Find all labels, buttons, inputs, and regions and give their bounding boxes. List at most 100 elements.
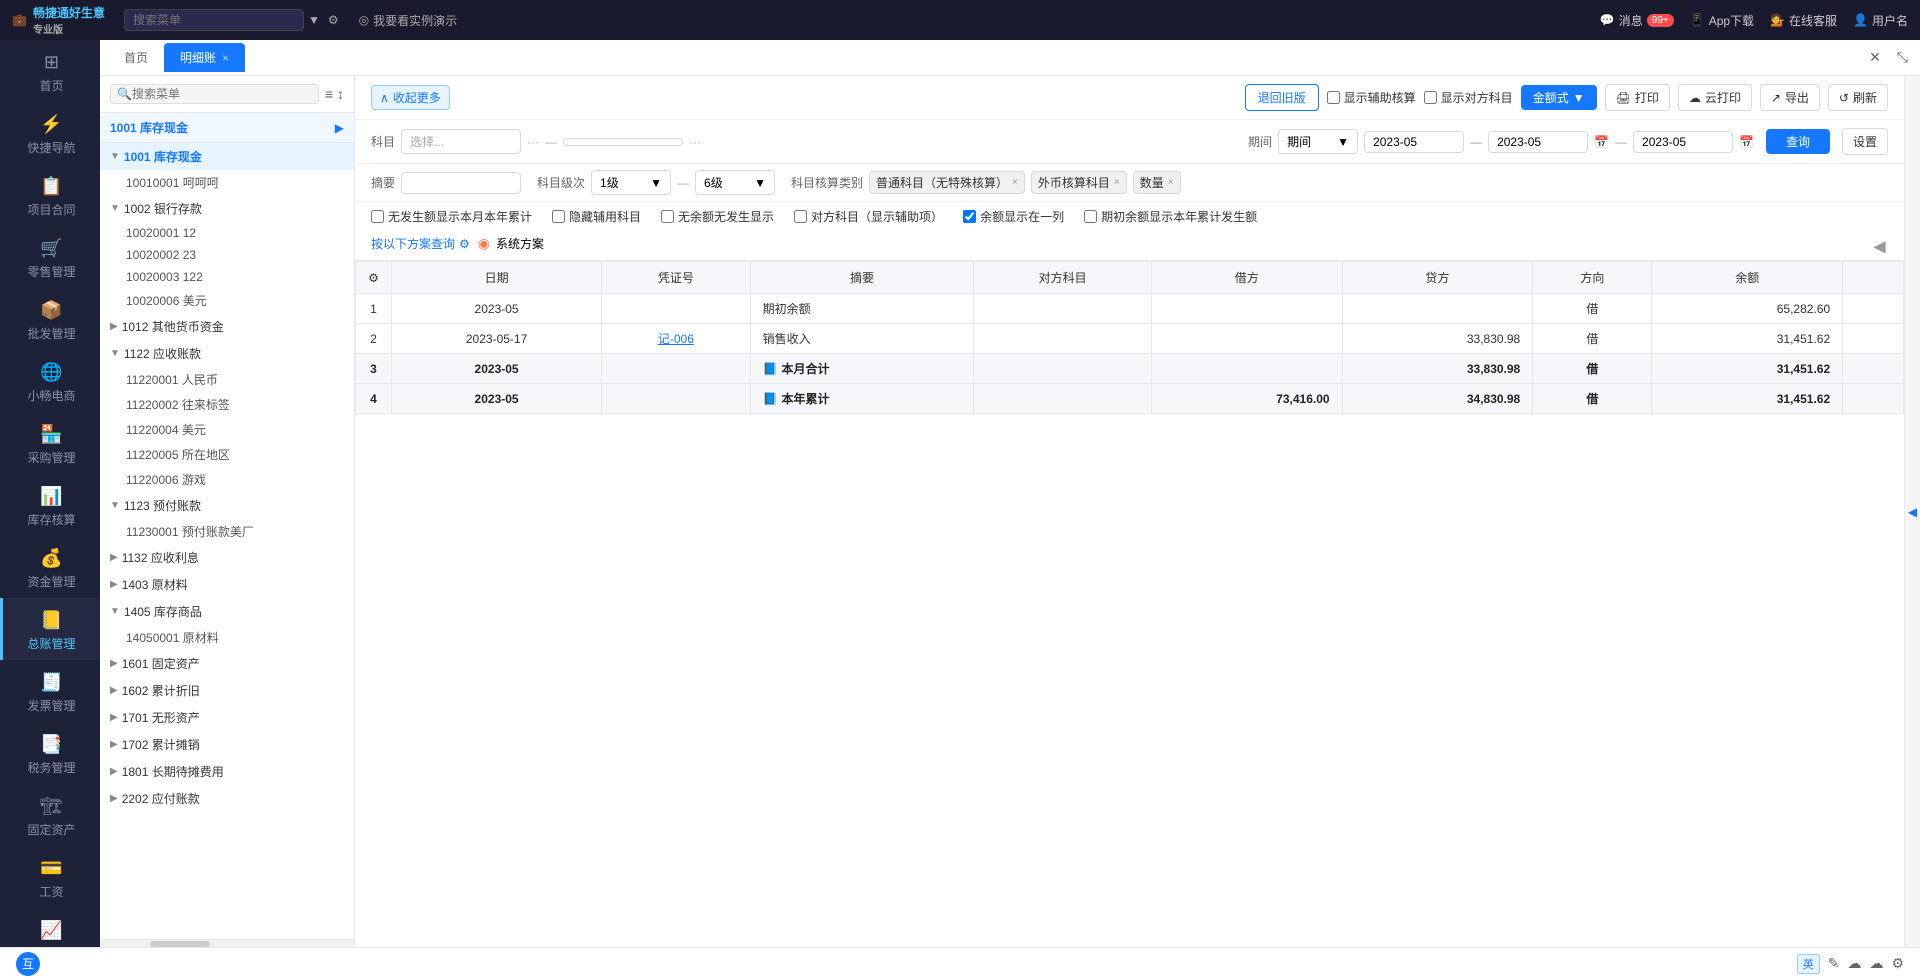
account-search-input[interactable] — [132, 87, 312, 101]
amount-format-btn[interactable]: 金额式 ▼ — [1521, 85, 1597, 110]
app-download-btn[interactable]: 📱 App下载 — [1690, 12, 1754, 29]
sidebar-item-tax[interactable]: 📑 税务管理 — [0, 722, 100, 784]
tree-item-1702[interactable]: ▶ 1702 累计摊销 — [100, 731, 354, 758]
lang-en-btn[interactable]: 英 — [1797, 954, 1820, 974]
tree-item-1122[interactable]: ▼ 1122 应收账款 — [100, 340, 354, 367]
search-dropdown-icon[interactable]: ▼ — [308, 13, 320, 27]
tree-item-11220006[interactable]: 11220006 游戏 — [100, 467, 354, 492]
account-search-box[interactable]: 🔍 — [110, 84, 319, 104]
message-btn[interactable]: 💬 消息 99+ — [1600, 12, 1674, 29]
back-to-old-btn[interactable]: 退回旧版 — [1245, 84, 1319, 111]
tab-ledger[interactable]: 明细账 × — [164, 43, 245, 72]
account-nav-arrow[interactable]: ▶ — [335, 121, 344, 135]
print-btn[interactable]: 🖨 打印 — [1605, 84, 1670, 111]
show-aux-calc-checkbox[interactable]: 显示辅助核算 — [1327, 89, 1416, 106]
settings-col-icon[interactable]: ⚙ — [368, 271, 379, 285]
tree-item-1002[interactable]: ▼ 1002 银行存款 — [100, 195, 354, 222]
sidebar-item-purchase[interactable]: 🏪 采购管理 — [0, 412, 100, 474]
collapse-btn[interactable]: ∧ 收起更多 — [371, 85, 450, 110]
right-collapse-btn[interactable]: ◀ — [1869, 236, 1888, 255]
user-avatar[interactable]: 👤 用户名 — [1853, 12, 1908, 29]
tree-item-1403[interactable]: ▶ 1403 原材料 — [100, 571, 354, 598]
sidebar-item-inventory[interactable]: 📊 库存核算 — [0, 474, 100, 536]
category-tag-1[interactable]: 普通科目（无特殊核算） × — [869, 171, 1025, 194]
opposite-account-show-checkbox[interactable]: 对方科目（显示辅助项） — [794, 208, 943, 225]
tree-item-1012[interactable]: ▶ 1012 其他货币资金 — [100, 313, 354, 340]
refresh-btn[interactable]: ↺ 刷新 — [1828, 84, 1888, 111]
tree-item-10020006[interactable]: 10020006 美元 — [100, 288, 354, 313]
period-cal-icon[interactable]: 📅 — [1594, 135, 1609, 149]
sidebar-item-invoice[interactable]: 🧾 发票管理 — [0, 660, 100, 722]
sidebar-item-quick-nav[interactable]: ⚡ 快捷导航 — [0, 102, 100, 164]
sidebar-item-salary[interactable]: 💳 工资 — [0, 846, 100, 908]
sidebar-item-operations[interactable]: 📈 经营管理 — [0, 908, 100, 947]
category-tag-3[interactable]: 数量 × — [1133, 171, 1181, 194]
sidebar-item-fixed-assets[interactable]: 🏗 固定资产 — [0, 784, 100, 846]
tree-item-11220001[interactable]: 11220001 人民币 — [100, 367, 354, 392]
menu-search-input[interactable] — [124, 9, 304, 31]
sidebar-item-ecommerce[interactable]: 🌐 小畅电商 — [0, 350, 100, 412]
window-close-btn[interactable]: ✕ — [1865, 47, 1885, 68]
level-start-select[interactable]: 1级 ▼ — [591, 170, 671, 195]
tree-item-10020002[interactable]: 10020002 23 — [100, 244, 354, 266]
tree-item-2202[interactable]: ▶ 2202 应付账款 — [100, 785, 354, 812]
balance-one-row-input[interactable] — [963, 210, 976, 223]
tab-close-btn[interactable]: × — [222, 51, 229, 65]
sidebar-item-home[interactable]: ⊞ 首页 — [0, 40, 100, 102]
settings-btn[interactable]: 设置 — [1842, 128, 1888, 155]
sidebar-item-project-contract[interactable]: 📋 项目合同 — [0, 164, 100, 226]
edit-icon[interactable]: ✎ — [1828, 955, 1840, 972]
tree-item-11220002[interactable]: 11220002 往来标签 — [100, 392, 354, 417]
level-end-select[interactable]: 6级 ▼ — [695, 170, 775, 195]
no-balance-show-checkbox[interactable]: 无余额无发生显示 — [661, 208, 774, 225]
row-voucher-2[interactable]: 记-006 — [602, 324, 750, 354]
tree-item-11220005[interactable]: 11220005 所在地区 — [100, 442, 354, 467]
period-end-input-2[interactable]: 2023-05 — [1633, 131, 1733, 153]
show-aux-calc-input[interactable] — [1327, 91, 1340, 104]
hide-aux-checkbox[interactable]: 隐藏辅用科目 — [552, 208, 641, 225]
tag-3-close[interactable]: × — [1168, 177, 1174, 188]
period-start-input[interactable]: 2023-05 — [1364, 131, 1464, 153]
tree-item-1001[interactable]: ▼ 1001 库存现金 — [100, 143, 354, 170]
table-container[interactable]: ⚙ 日期 凭证号 摘要 对方科目 借方 贷方 方向 余额 — [355, 261, 1904, 947]
sidebar-item-wholesale[interactable]: 📦 批发管理 — [0, 288, 100, 350]
hide-aux-input[interactable] — [552, 210, 565, 223]
system-scheme[interactable]: ◉ 系统方案 — [478, 235, 544, 252]
period-end-input[interactable]: 2023-05 — [1488, 131, 1588, 153]
tree-item-14050001[interactable]: 14050001 原材料 — [100, 625, 354, 650]
tree-item-10010001[interactable]: 10010001 呵呵呵 — [100, 170, 354, 195]
tree-item-10020003[interactable]: 10020003 122 — [100, 266, 354, 288]
tree-scrollbar[interactable] — [100, 939, 354, 947]
show-opposite-checkbox[interactable]: 显示对方科目 — [1424, 89, 1513, 106]
export-btn[interactable]: ↗ 导出 — [1760, 84, 1820, 111]
no-balance-month-input[interactable] — [371, 210, 384, 223]
right-collapse-panel[interactable]: ◀ — [1904, 76, 1920, 947]
tree-scrollbar-thumb[interactable] — [150, 941, 210, 947]
category-tag-2[interactable]: 外币核算科目 × — [1031, 171, 1127, 194]
show-opposite-input[interactable] — [1424, 91, 1437, 104]
sidebar-item-capital[interactable]: 💰 资金管理 — [0, 536, 100, 598]
query-btn[interactable]: 查询 — [1766, 129, 1830, 154]
tree-item-1601[interactable]: ▶ 1601 固定资产 — [100, 650, 354, 677]
tree-item-1801[interactable]: ▶ 1801 长期待摊费用 — [100, 758, 354, 785]
sidebar-item-retail[interactable]: 🛒 零售管理 — [0, 226, 100, 288]
online-service-btn[interactable]: 💁 在线客服 — [1770, 12, 1837, 29]
settings-bottom-icon[interactable]: ⚙ — [1891, 955, 1904, 972]
period-type-select[interactable]: 期间 ▼ — [1278, 129, 1358, 154]
summary-input[interactable] — [401, 172, 521, 194]
settings-icon[interactable]: ⚙ — [328, 13, 339, 27]
tab-home[interactable]: 首页 — [108, 43, 164, 72]
balance-one-row-checkbox[interactable]: 余额显示在一列 — [963, 208, 1064, 225]
query-scheme-toggle[interactable]: 按以下方案查询 ⚙ — [371, 235, 470, 252]
tree-item-10020001[interactable]: 10020001 12 — [100, 222, 354, 244]
th-settings[interactable]: ⚙ — [356, 262, 392, 294]
tree-item-1602[interactable]: ▶ 1602 累计折旧 — [100, 677, 354, 704]
tree-item-11230001[interactable]: 11230001 预付账款美厂 — [100, 519, 354, 544]
no-balance-month-checkbox[interactable]: 无发生额显示本月本年累计 — [371, 208, 532, 225]
tree-expand-icon[interactable]: ↕ — [337, 86, 344, 102]
demo-link[interactable]: ◎ 我要看实例演示 — [359, 12, 458, 29]
cloud-print-btn[interactable]: ☁ 云打印 — [1678, 84, 1752, 111]
right-collapse-arrow[interactable]: ◀ — [1908, 505, 1917, 519]
no-balance-show-input[interactable] — [661, 210, 674, 223]
tag-2-close[interactable]: × — [1114, 177, 1120, 188]
